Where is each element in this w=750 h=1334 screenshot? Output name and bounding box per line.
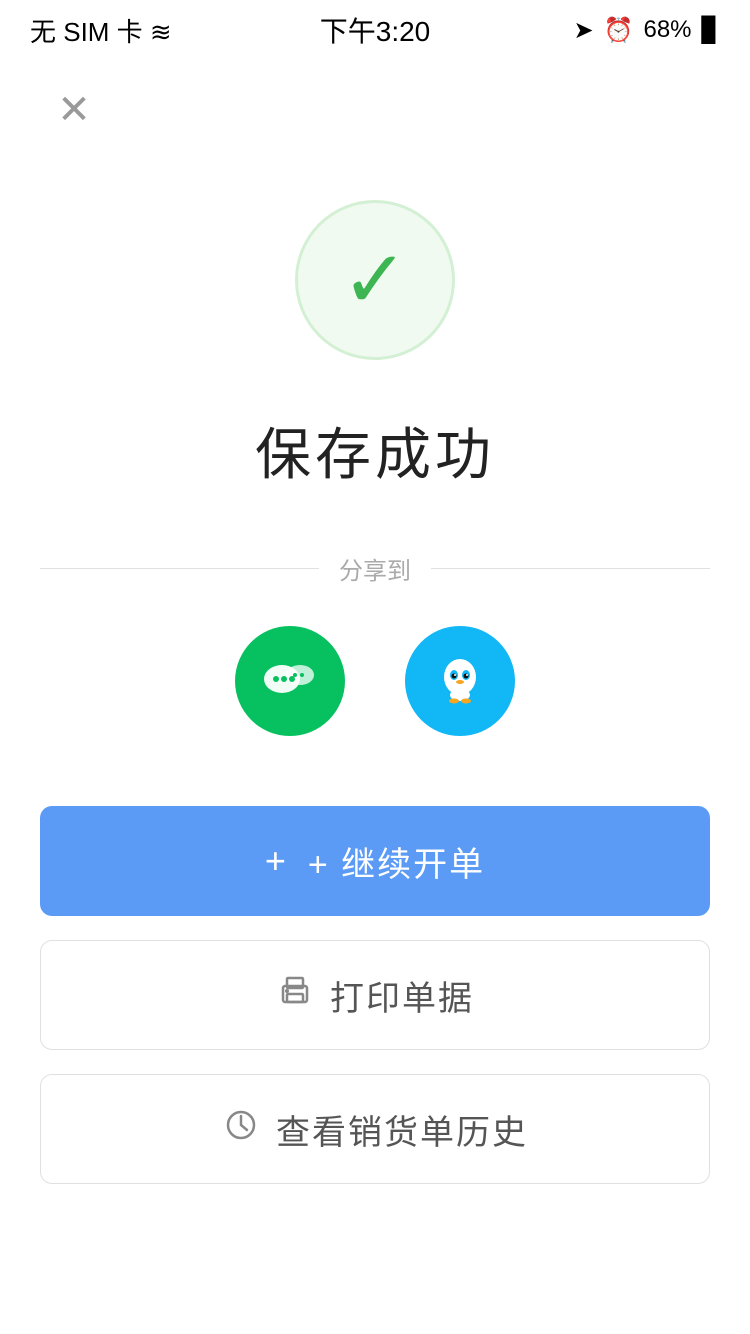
success-circle: ✓ [295, 200, 455, 360]
alarm-icon: ⏰ [604, 16, 634, 45]
continue-order-button[interactable]: + + 继续开单 [40, 806, 710, 916]
status-right: ➤ ⏰ 68% ▊ [573, 16, 720, 45]
close-button[interactable]: ✕ [44, 80, 104, 140]
success-title: 保存成功 [255, 410, 495, 491]
wechat-share-button[interactable] [235, 626, 345, 736]
battery-percent: 68% [643, 16, 691, 44]
print-label: 打印单据 [330, 971, 474, 1020]
qq-icon [428, 649, 492, 713]
history-icon [222, 1106, 260, 1153]
history-label: 查看销货单历史 [276, 1105, 528, 1154]
share-divider: 分享到 [40, 551, 710, 586]
plus-icon: + [265, 840, 288, 882]
print-icon [276, 972, 314, 1019]
divider-line-left [40, 568, 319, 569]
main-content: ✓ 保存成功 分享到 [0, 120, 750, 1184]
share-section: 分享到 [40, 551, 710, 736]
share-icons-row [235, 626, 515, 736]
share-label: 分享到 [339, 551, 411, 586]
wechat-icon [258, 649, 322, 713]
history-button[interactable]: 查看销货单历史 [40, 1074, 710, 1184]
location-icon: ➤ [573, 16, 593, 45]
divider-line-right [431, 568, 710, 569]
qq-share-button[interactable] [405, 626, 515, 736]
status-time: 下午3:20 [320, 10, 431, 50]
print-button[interactable]: 打印单据 [40, 940, 710, 1050]
close-icon: ✕ [57, 90, 91, 130]
battery-icon: ▊ [702, 16, 720, 45]
status-signal: 无 SIM 卡 ≋ [30, 12, 172, 49]
action-buttons: + + 继续开单 打印单据 查看销货单历史 [40, 806, 710, 1184]
continue-order-label: + 继续开单 [308, 837, 485, 886]
checkmark-icon: ✓ [341, 240, 408, 320]
status-bar: 无 SIM 卡 ≋ 下午3:20 ➤ ⏰ 68% ▊ [0, 0, 750, 60]
